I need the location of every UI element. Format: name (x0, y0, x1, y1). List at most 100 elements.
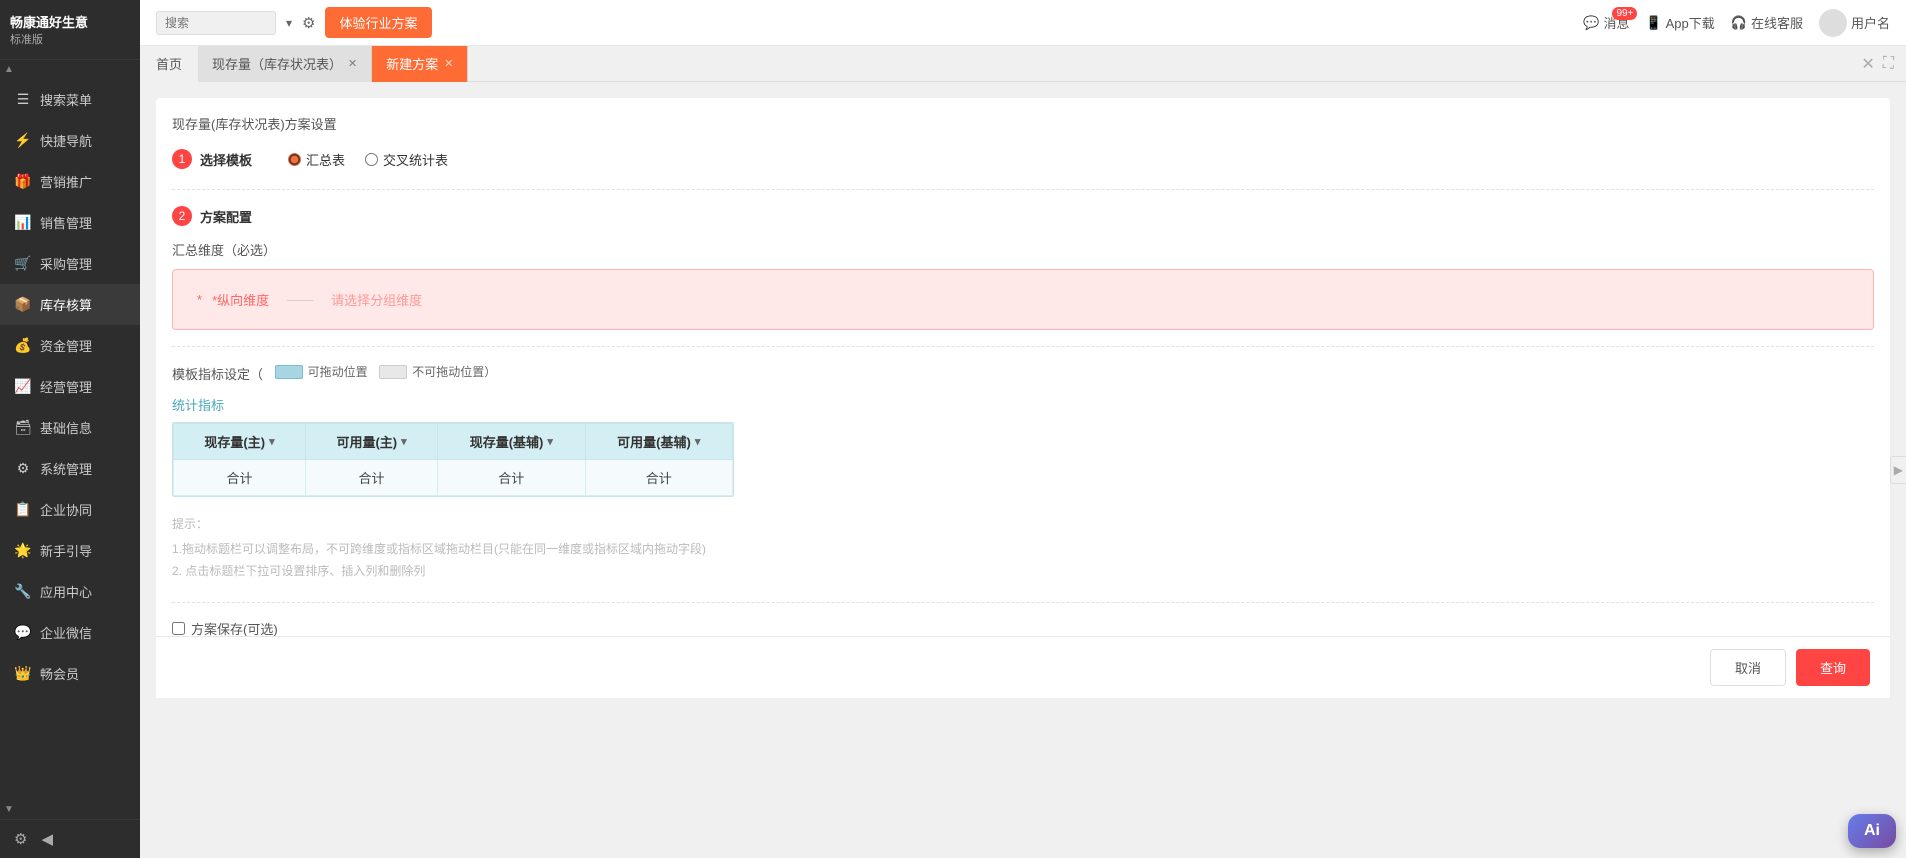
sales-icon: 📊 (14, 214, 32, 232)
sidebar-item-finance[interactable]: 💰 资金管理 (0, 325, 140, 366)
sidebar-item-search-menu[interactable]: ☰ 搜索菜单 (0, 79, 140, 120)
tabbar: 首页 现存量（库存状况表） ✕ 新建方案 ✕ ✕ ⛶ (140, 46, 1906, 82)
ai-bubble[interactable]: Ai (1848, 814, 1896, 848)
sidebar-item-app-center[interactable]: 🔧 应用中心 (0, 571, 140, 612)
panel-expand-icon[interactable]: ⛶ (1883, 55, 1894, 73)
guide-icon: 🌟 (14, 542, 32, 560)
radio-summary[interactable]: 汇总表 (288, 150, 345, 169)
col-header-3[interactable]: 现存量(基辅) ▾ (438, 423, 585, 459)
sidebar-item-basic-info[interactable]: 🗃 基础信息 (0, 407, 140, 448)
dimension-placeholder[interactable]: 请选择分组维度 (331, 290, 422, 309)
cell-4: 合计 (585, 459, 732, 495)
sidebar-item-system[interactable]: ⚙ 系统管理 (0, 448, 140, 489)
stats-section-label: 统计指标 (172, 395, 1874, 414)
sidebar-item-label: 系统管理 (40, 459, 92, 478)
topbar: ▾ ⚙ 体验行业方案 💬 消息 99+ 📱 App下载 🎧 在线客服 用户名 (140, 0, 1906, 46)
online-service-button[interactable]: 🎧 在线客服 (1731, 13, 1803, 32)
radio-summary-label: 汇总表 (306, 150, 345, 169)
tab-new-plan-label: 新建方案 (386, 54, 438, 73)
headset-icon: 🎧 (1731, 15, 1747, 31)
dimension-dash: —— (287, 292, 313, 307)
sidebar-item-label: 企业微信 (40, 623, 92, 642)
radio-summary-input[interactable] (288, 153, 301, 166)
sidebar-footer: ⚙ ◀ (0, 819, 140, 858)
col-4-label: 可用量(基辅) (617, 432, 691, 451)
message-button[interactable]: 💬 消息 99+ (1583, 13, 1629, 32)
col-header-4[interactable]: 可用量(基辅) ▾ (585, 423, 732, 459)
search-input[interactable] (156, 11, 276, 35)
tab-new-plan[interactable]: 新建方案 ✕ (372, 46, 468, 82)
col-header-2[interactable]: 可用量(主) ▾ (306, 423, 438, 459)
tips-title: 提示： (172, 514, 1874, 536)
experience-btn[interactable]: 体验行业方案 (325, 7, 431, 38)
tip-1-text: 1.拖动标题栏可以调整布局，不可跨维度或指标区域拖动栏目(只能在同一维度或指标区… (172, 539, 706, 561)
sidebar-scroll-down[interactable]: ▼ (0, 800, 140, 819)
save-checkbox[interactable] (172, 622, 185, 635)
tab-new-plan-close-icon[interactable]: ✕ (444, 57, 453, 70)
indicator-label: 模板指标设定（ (172, 367, 263, 382)
sidebar-item-membership[interactable]: 👑 畅会员 (0, 653, 140, 694)
finance-icon: 💰 (14, 337, 32, 355)
app-download-button[interactable]: 📱 App下载 (1645, 13, 1714, 32)
col-3-label: 现存量(基辅) (470, 432, 544, 451)
tip-1: 1.拖动标题栏可以调整布局，不可跨维度或指标区域拖动栏目(只能在同一维度或指标区… (172, 539, 1874, 561)
non-draggable-legend: 不可拖动位置） (379, 363, 496, 380)
template-options: 汇总表 交叉统计表 (288, 150, 448, 169)
section1-num: 1 (172, 149, 192, 169)
content-area: 现存量(库存状况表)方案设置 1 选择模板 汇总表 交叉统计表 (140, 82, 1906, 858)
sidebar-item-sales[interactable]: 📊 销售管理 (0, 202, 140, 243)
sidebar-item-marketing[interactable]: 🎁 营销推广 (0, 161, 140, 202)
draggable-box (275, 365, 303, 379)
tab-inventory-label: 现存量（库存状况表） (212, 54, 342, 73)
main-area: ▾ ⚙ 体验行业方案 💬 消息 99+ 📱 App下载 🎧 在线客服 用户名 (140, 0, 1906, 858)
sidebar-scroll-up[interactable]: ▲ (0, 60, 140, 79)
user-menu[interactable]: 用户名 (1819, 9, 1890, 37)
membership-icon: 👑 (14, 665, 32, 683)
system-icon: ⚙ (14, 460, 32, 478)
sidebar-item-business[interactable]: 📈 经营管理 (0, 366, 140, 407)
col-2-chevron: ▾ (401, 435, 407, 448)
dimension-content: * *纵向维度 —— 请选择分组维度 (197, 290, 1849, 309)
right-collapse-button[interactable]: ▶ (1890, 456, 1906, 484)
main-panel: 现存量(库存状况表)方案设置 1 选择模板 汇总表 交叉统计表 (156, 98, 1890, 698)
section-template: 1 选择模板 汇总表 交叉统计表 (172, 149, 1874, 169)
col-4-chevron: ▾ (695, 435, 701, 448)
message-badge: 99+ (1612, 7, 1637, 20)
topbar-gear-icon[interactable]: ⚙ (302, 14, 315, 32)
panel-close-icon[interactable]: ✕ (1861, 54, 1874, 74)
table-header-row: 现存量(主) ▾ 可用量(主) ▾ (174, 423, 733, 459)
app-subtitle: 标准版 (10, 31, 130, 47)
user-name: 用户名 (1851, 13, 1890, 32)
footer-bar: 取消 查询 (156, 636, 1890, 698)
query-button[interactable]: 查询 (1796, 649, 1870, 686)
tab-inventory-close-icon[interactable]: ✕ (348, 57, 357, 70)
sidebar: 畅康通好生意 标准版 ▲ ☰ 搜索菜单 ⚡ 快捷导航 🎁 营销推广 📊 销售管理… (0, 0, 140, 858)
sidebar-item-quick-nav[interactable]: ⚡ 快捷导航 (0, 120, 140, 161)
tips-section: 提示： 1.拖动标题栏可以调整布局，不可跨维度或指标区域拖动栏目(只能在同一维度… (172, 514, 1874, 583)
search-dropdown-icon[interactable]: ▾ (286, 16, 292, 30)
sidebar-item-purchase[interactable]: 🛒 采购管理 (0, 243, 140, 284)
sidebar-item-guide[interactable]: 🌟 新手引导 (0, 530, 140, 571)
cancel-button[interactable]: 取消 (1710, 649, 1786, 686)
aggregate-label: 汇总维度（必选） (172, 240, 1874, 259)
tab-home[interactable]: 首页 (140, 46, 198, 82)
sidebar-item-wechat[interactable]: 💬 企业微信 (0, 612, 140, 653)
radio-cross-label: 交叉统计表 (383, 150, 448, 169)
sidebar-item-label: 应用中心 (40, 582, 92, 601)
sidebar-item-enterprise[interactable]: 📋 企业协同 (0, 489, 140, 530)
app-title: 畅康通好生意 (10, 12, 130, 31)
dimension-required: * (197, 292, 202, 307)
sidebar-item-inventory[interactable]: 📦 库存核算 (0, 284, 140, 325)
inventory-icon: 📦 (14, 296, 32, 314)
radio-cross[interactable]: 交叉统计表 (365, 150, 448, 169)
radio-cross-input[interactable] (365, 153, 378, 166)
collapse-icon[interactable]: ◀ (41, 830, 53, 848)
section1-header: 1 选择模板 汇总表 交叉统计表 (172, 149, 1874, 169)
col-header-1[interactable]: 现存量(主) ▾ (174, 423, 306, 459)
topbar-left: ▾ ⚙ 体验行业方案 (156, 7, 432, 38)
business-icon: 📈 (14, 378, 32, 396)
tab-inventory[interactable]: 现存量（库存状况表） ✕ (198, 46, 372, 82)
settings-icon[interactable]: ⚙ (14, 830, 27, 848)
tip-2-text: 2. 点击标题栏下拉可设置排序、插入列和删除列 (172, 561, 425, 583)
sidebar-item-label: 基础信息 (40, 418, 92, 437)
